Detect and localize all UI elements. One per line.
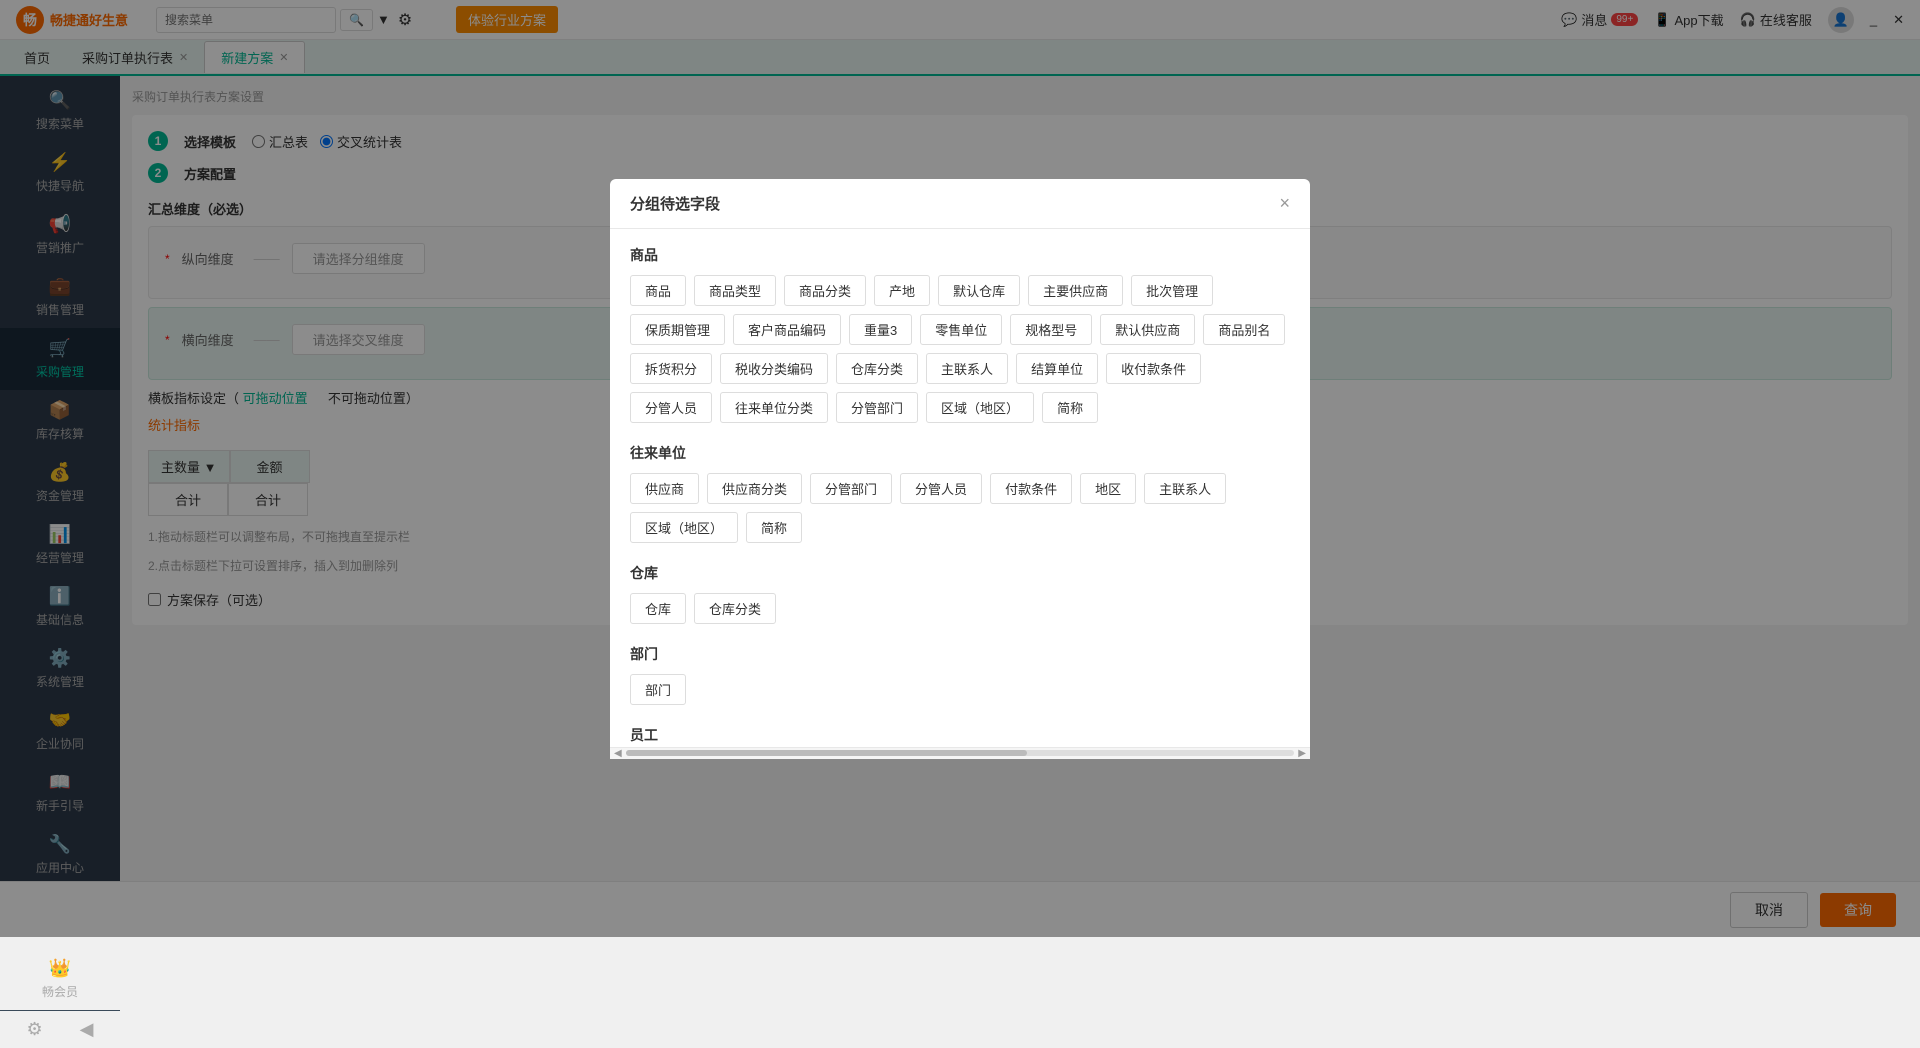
field-tags-counterpart: 供应商 供应商分类 分管部门 分管人员 付款条件 地区 主联系人 区域（地区） … (630, 473, 1290, 543)
field-tag-main-supplier[interactable]: 主要供应商 (1028, 275, 1123, 306)
field-tags-department: 部门 (630, 674, 1290, 705)
field-group-warehouse-title: 仓库 (630, 563, 1290, 583)
field-tag-settlement-unit[interactable]: 结算单位 (1016, 353, 1098, 384)
sidebar-settings-btn[interactable]: ⚙ (27, 1019, 43, 1040)
field-tags-warehouse: 仓库 仓库分类 (630, 593, 1290, 624)
sidebar-label-member: 畅会员 (42, 983, 78, 1000)
field-tag-default-supplier[interactable]: 默认供应商 (1100, 314, 1195, 345)
field-tag-tax-code[interactable]: 税收分类编码 (720, 353, 828, 384)
field-tag-warehouse-cat[interactable]: 仓库分类 (694, 593, 776, 624)
field-tag-spec-model[interactable]: 规格型号 (1010, 314, 1092, 345)
field-tag-region[interactable]: 区域（地区） (926, 392, 1034, 423)
field-tag-warehouse[interactable]: 仓库 (630, 593, 686, 624)
field-tag-managed-dept[interactable]: 分管部门 (810, 473, 892, 504)
field-tag-warehouse-category[interactable]: 仓库分类 (836, 353, 918, 384)
field-tag-area[interactable]: 地区 (1080, 473, 1136, 504)
field-tag-product-alias[interactable]: 商品别名 (1203, 314, 1285, 345)
hscroll-track (626, 750, 1295, 756)
modal-hscroll[interactable]: ◀ ▶ (610, 747, 1310, 759)
hscroll-left-arrow[interactable]: ◀ (614, 748, 622, 759)
hscroll-right-arrow[interactable]: ▶ (1298, 748, 1306, 759)
modal-header: 分组待选字段 × (610, 179, 1310, 229)
field-tag-product[interactable]: 商品 (630, 275, 686, 306)
field-tag-shelf-life[interactable]: 保质期管理 (630, 314, 725, 345)
field-group-department: 部门 部门 (630, 644, 1290, 705)
field-tag-default-warehouse[interactable]: 默认仓库 (938, 275, 1020, 306)
sidebar-collapse-btn[interactable]: ◀ (80, 1019, 94, 1040)
field-tag-weight3[interactable]: 重量3 (849, 314, 912, 345)
field-group-product: 商品 商品 商品类型 商品分类 产地 默认仓库 主要供应商 批次管理 保质期管理… (630, 245, 1290, 423)
field-tag-shortname[interactable]: 简称 (1042, 392, 1098, 423)
field-tag-main-contact2[interactable]: 主联系人 (1144, 473, 1226, 504)
hscroll-thumb (626, 750, 1027, 756)
sidebar-bottom: ⚙ ◀ (0, 1010, 120, 1048)
field-group-department-title: 部门 (630, 644, 1290, 664)
member-icon: 👑 (49, 958, 71, 979)
field-tag-managed-person[interactable]: 分管人员 (900, 473, 982, 504)
field-tag-payment-condition[interactable]: 付款条件 (990, 473, 1072, 504)
field-tag-origin[interactable]: 产地 (874, 275, 930, 306)
modal-body: 商品 商品 商品类型 商品分类 产地 默认仓库 主要供应商 批次管理 保质期管理… (610, 229, 1310, 747)
field-group-counterpart: 往来单位 供应商 供应商分类 分管部门 分管人员 付款条件 地区 主联系人 区域… (630, 443, 1290, 543)
field-group-employee-title: 员工 (630, 725, 1290, 745)
field-tag-counterpart-category[interactable]: 往来单位分类 (720, 392, 828, 423)
field-tag-shortname2[interactable]: 简称 (746, 512, 802, 543)
field-tag-dept[interactable]: 分管部门 (836, 392, 918, 423)
field-group-warehouse: 仓库 仓库 仓库分类 (630, 563, 1290, 624)
field-tag-main-contact[interactable]: 主联系人 (926, 353, 1008, 384)
field-group-employee: 员工 业务员 (630, 725, 1290, 747)
field-tag-customer-code[interactable]: 客户商品编码 (733, 314, 841, 345)
field-tag-product-type[interactable]: 商品类型 (694, 275, 776, 306)
field-tag-department[interactable]: 部门 (630, 674, 686, 705)
field-tag-retail-unit[interactable]: 零售单位 (920, 314, 1002, 345)
sidebar-item-member[interactable]: 👑 畅会员 (0, 948, 120, 1010)
field-group-product-title: 商品 (630, 245, 1290, 265)
modal: 分组待选字段 × 商品 商品 商品类型 商品分类 产地 默认仓库 主要供应商 批… (610, 179, 1310, 759)
field-tag-supplier[interactable]: 供应商 (630, 473, 699, 504)
field-group-counterpart-title: 往来单位 (630, 443, 1290, 463)
modal-close-btn[interactable]: × (1279, 194, 1290, 212)
field-tag-supplier-category[interactable]: 供应商分类 (707, 473, 802, 504)
field-tag-batch-manage[interactable]: 批次管理 (1131, 275, 1213, 306)
field-tag-payment-terms[interactable]: 收付款条件 (1106, 353, 1201, 384)
field-tag-region2[interactable]: 区域（地区） (630, 512, 738, 543)
field-tags-product: 商品 商品类型 商品分类 产地 默认仓库 主要供应商 批次管理 保质期管理 客户… (630, 275, 1290, 423)
field-tag-split-points[interactable]: 拆货积分 (630, 353, 712, 384)
field-tag-manager[interactable]: 分管人员 (630, 392, 712, 423)
modal-overlay: 分组待选字段 × 商品 商品 商品类型 商品分类 产地 默认仓库 主要供应商 批… (0, 0, 1920, 937)
field-tag-product-category[interactable]: 商品分类 (784, 275, 866, 306)
modal-title: 分组待选字段 (630, 193, 720, 214)
